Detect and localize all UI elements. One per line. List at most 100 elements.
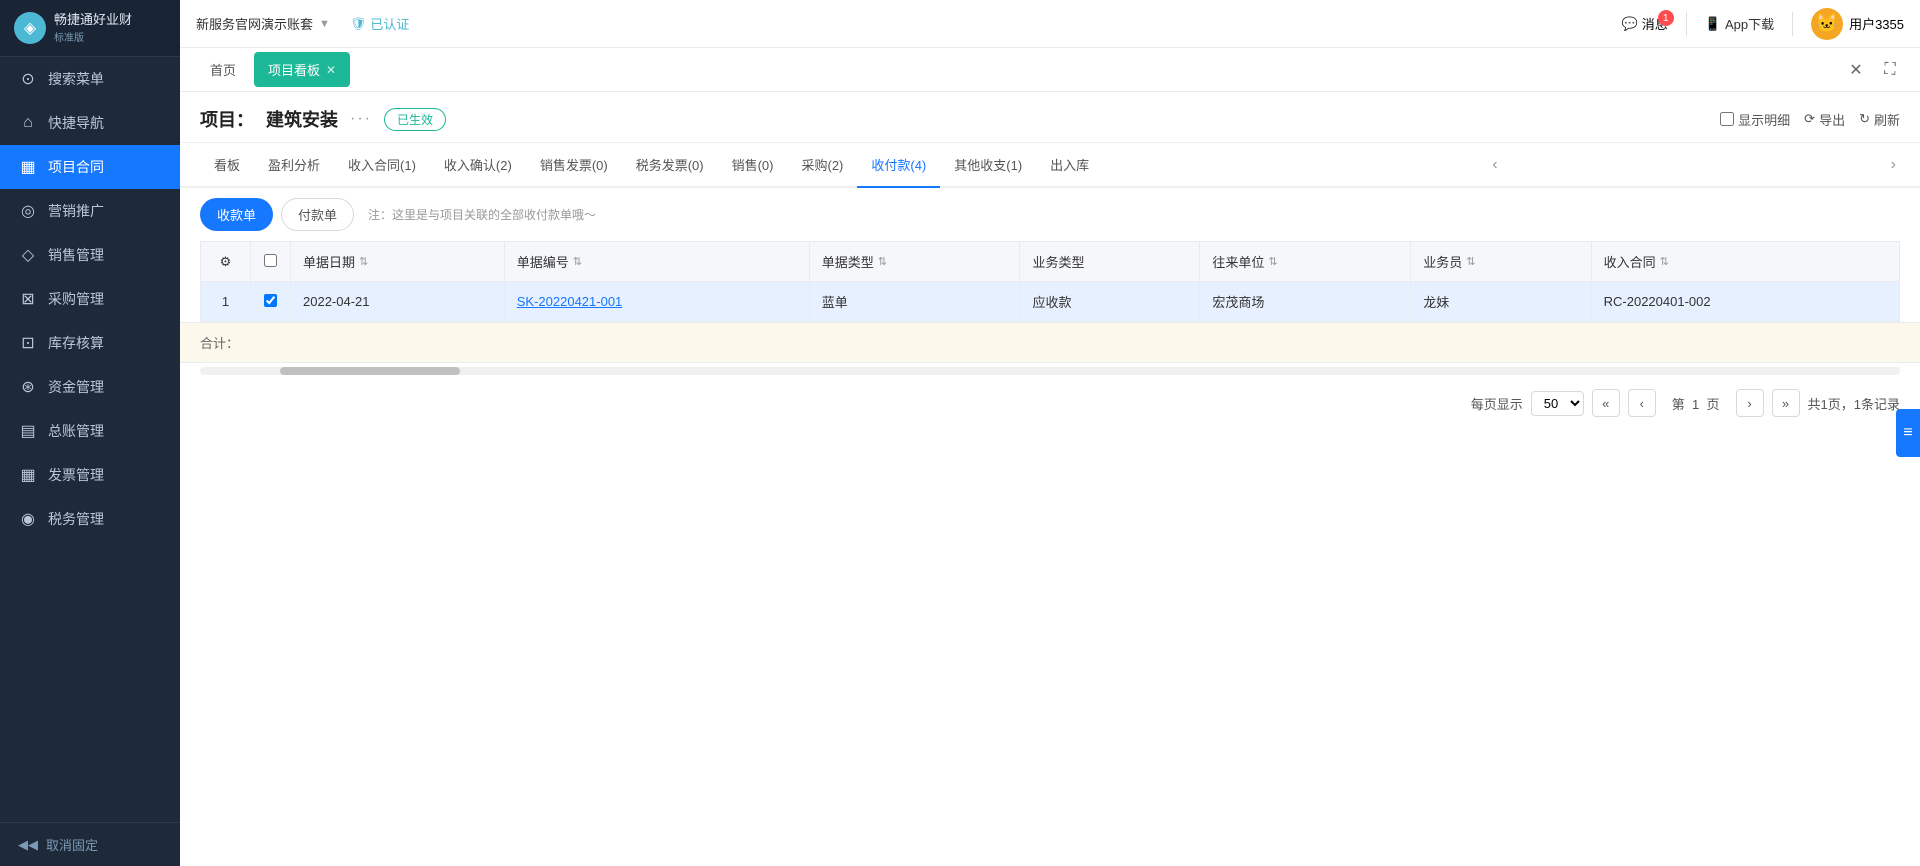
th-date[interactable]: 单据日期 ⇅ — [291, 242, 505, 282]
unpin-button[interactable]: ◀◀ 取消固定 — [0, 822, 180, 866]
sub-nav-tax-invoice[interactable]: 税务发票(0) — [622, 143, 718, 188]
sidebar-item-general-ledger[interactable]: ▤ 总账管理 — [0, 409, 180, 453]
sidebar-item-project-contract[interactable]: ▦ 项目合同 — [0, 145, 180, 189]
per-page-select[interactable]: 50 — [1531, 391, 1584, 416]
sub-nav-income-confirm[interactable]: 收入确认(2) — [430, 143, 526, 188]
sales-icon: ◇ — [18, 245, 38, 265]
close-window-button[interactable]: ✕ — [1842, 56, 1870, 84]
sub-nav-prev-arrow[interactable]: ‹ — [1488, 156, 1501, 174]
tab-project-board-label: 项目看板 — [268, 60, 320, 79]
sub-nav-sales-invoice-label: 销售发票(0) — [540, 158, 608, 173]
row-type: 蓝单 — [809, 282, 1020, 322]
th-income-contract[interactable]: 收入合同 ⇅ — [1591, 242, 1899, 282]
expand-window-button[interactable]: ⛶ — [1876, 56, 1904, 84]
row-income-contract: RC-20220401-002 — [1591, 282, 1899, 322]
th-number[interactable]: 单据编号 ⇅ — [504, 242, 809, 282]
settings-icon: ⚙ — [220, 254, 232, 269]
topbar-divider — [1686, 12, 1687, 36]
payment-table: ⚙ 单据日期 ⇅ 单据编号 — [200, 241, 1900, 322]
sub-nav-other-income[interactable]: 其他收支(1) — [940, 143, 1036, 188]
th-number-label: 单据编号 — [517, 252, 569, 271]
sub-nav-next-arrow[interactable]: › — [1887, 156, 1900, 174]
sidebar-item-sales-mgmt[interactable]: ◇ 销售管理 — [0, 233, 180, 277]
sub-nav-sales-invoice[interactable]: 销售发票(0) — [526, 143, 622, 188]
tabbar: 首页 项目看板 ✕ ✕ ⛶ — [180, 48, 1920, 92]
sidebar-item-label: 发票管理 — [48, 465, 104, 485]
th-type[interactable]: 单据类型 ⇅ — [809, 242, 1020, 282]
sidebar-item-capital-mgmt[interactable]: ⊛ 资金管理 — [0, 365, 180, 409]
sub-nav-purchase[interactable]: 采购(2) — [787, 143, 857, 188]
sidebar-item-inventory[interactable]: ⊡ 库存核算 — [0, 321, 180, 365]
th-income-contract-label: 收入合同 — [1604, 252, 1656, 271]
project-more-button[interactable]: ··· — [350, 110, 372, 128]
row-number-link[interactable]: SK-20220421-001 — [517, 294, 623, 309]
page-next-button[interactable]: › — [1736, 389, 1764, 417]
th-check[interactable] — [251, 242, 291, 282]
row-checkbox[interactable] — [264, 294, 277, 307]
th-partner-label: 往来单位 — [1212, 252, 1264, 271]
scroll-bar-thumb[interactable] — [280, 367, 460, 375]
row-check[interactable] — [251, 282, 291, 322]
export-button[interactable]: ⟳ 导出 — [1804, 110, 1845, 129]
scroll-bar-row — [180, 363, 1920, 379]
sort-partner-icon: ⇅ — [1268, 255, 1277, 268]
sidebar-item-tax-mgmt[interactable]: ◉ 税务管理 — [0, 497, 180, 541]
user-menu[interactable]: 🐱 用户3355 — [1811, 8, 1904, 40]
scroll-bar-track[interactable] — [200, 367, 1900, 375]
account-name: 新服务官网演示账套 — [196, 14, 313, 33]
project-header: 项目： 建筑安装 ··· 已生效 显示明细 ⟳ 导出 ↻ 刷新 — [180, 92, 1920, 143]
mobile-icon: 📱 — [1705, 16, 1721, 32]
th-partner[interactable]: 往来单位 ⇅ — [1200, 242, 1411, 282]
sort-contract-icon: ⇅ — [1660, 255, 1669, 268]
sidebar-item-label: 税务管理 — [48, 509, 104, 529]
tab-home[interactable]: 首页 — [196, 52, 250, 87]
user-label: 用户3355 — [1849, 14, 1904, 33]
message-button[interactable]: 💬 消息 1 — [1622, 14, 1668, 33]
th-salesman[interactable]: 业务员 ⇅ — [1411, 242, 1591, 282]
sub-nav-income-contract[interactable]: 收入合同(1) — [334, 143, 430, 188]
app-download-button[interactable]: 📱 App下载 — [1705, 14, 1774, 33]
sidebar-item-search[interactable]: ⊙ 搜索菜单 — [0, 57, 180, 101]
page-first-button[interactable]: « — [1592, 389, 1620, 417]
inventory-icon: ⊡ — [18, 333, 38, 353]
sidebar-item-label: 资金管理 — [48, 377, 104, 397]
app-name: 畅捷通好业财 — [54, 12, 132, 29]
sidebar-item-purchase-mgmt[interactable]: ⊠ 采购管理 — [0, 277, 180, 321]
unpin-label: 取消固定 — [46, 835, 98, 854]
tab-close-icon[interactable]: ✕ — [326, 63, 336, 77]
page-last-button[interactable]: » — [1772, 389, 1800, 417]
tabbar-actions: ✕ ⛶ — [1842, 56, 1904, 84]
sub-nav-payment[interactable]: 收付款(4) — [857, 143, 940, 188]
topbar-right: 💬 消息 1 📱 App下载 🐱 用户3355 — [1622, 8, 1904, 40]
payment-receipts-button[interactable]: 收款单 — [200, 198, 273, 231]
sidebar: ◈ 畅捷通好业财 标准版 ⊙ 搜索菜单 ⌂ 快捷导航 ▦ 项目合同 ◎ 营销推广… — [0, 0, 180, 866]
table-row[interactable]: 1 2022-04-21 SK-20220421-001 蓝单 应收款 宏茂商场… — [201, 282, 1900, 322]
sidebar-item-quick-nav[interactable]: ⌂ 快捷导航 — [0, 101, 180, 145]
payment-payouts-button[interactable]: 付款单 — [281, 198, 354, 231]
sub-nav-profit-label: 盈利分析 — [268, 158, 320, 173]
project-actions: 显示明细 ⟳ 导出 ↻ 刷新 — [1720, 110, 1900, 129]
refresh-button[interactable]: ↻ 刷新 — [1859, 110, 1900, 129]
select-all-checkbox[interactable] — [264, 254, 277, 267]
row-number[interactable]: SK-20220421-001 — [504, 282, 809, 322]
row-idx: 1 — [201, 282, 251, 322]
page-prev-button[interactable]: ‹ — [1628, 389, 1656, 417]
right-panel-toggle[interactable]: ≡ — [1896, 409, 1920, 457]
account-switcher[interactable]: 新服务官网演示账套 ▼ — [196, 14, 330, 33]
tab-project-board[interactable]: 项目看板 ✕ — [254, 52, 350, 87]
sidebar-item-marketing[interactable]: ◎ 营销推广 — [0, 189, 180, 233]
sub-nav-kanban[interactable]: 看板 — [200, 143, 254, 188]
sub-nav-profit[interactable]: 盈利分析 — [254, 143, 334, 188]
sidebar-item-invoice-mgmt[interactable]: ▦ 发票管理 — [0, 453, 180, 497]
refresh-icon: ↻ — [1859, 111, 1870, 127]
sub-nav-sales[interactable]: 销售(0) — [718, 143, 788, 188]
th-settings[interactable]: ⚙ — [201, 242, 251, 282]
unpin-icon: ◀◀ — [18, 837, 38, 853]
show-detail-input[interactable] — [1720, 112, 1734, 126]
row-date: 2022-04-21 — [291, 282, 505, 322]
th-date-label: 单据日期 — [303, 252, 355, 271]
sub-nav-in-out[interactable]: 出入库 — [1036, 143, 1103, 188]
th-salesman-label: 业务员 — [1423, 252, 1462, 271]
sub-nav-in-out-label: 出入库 — [1050, 158, 1089, 173]
show-detail-checkbox[interactable]: 显示明细 — [1720, 110, 1790, 129]
